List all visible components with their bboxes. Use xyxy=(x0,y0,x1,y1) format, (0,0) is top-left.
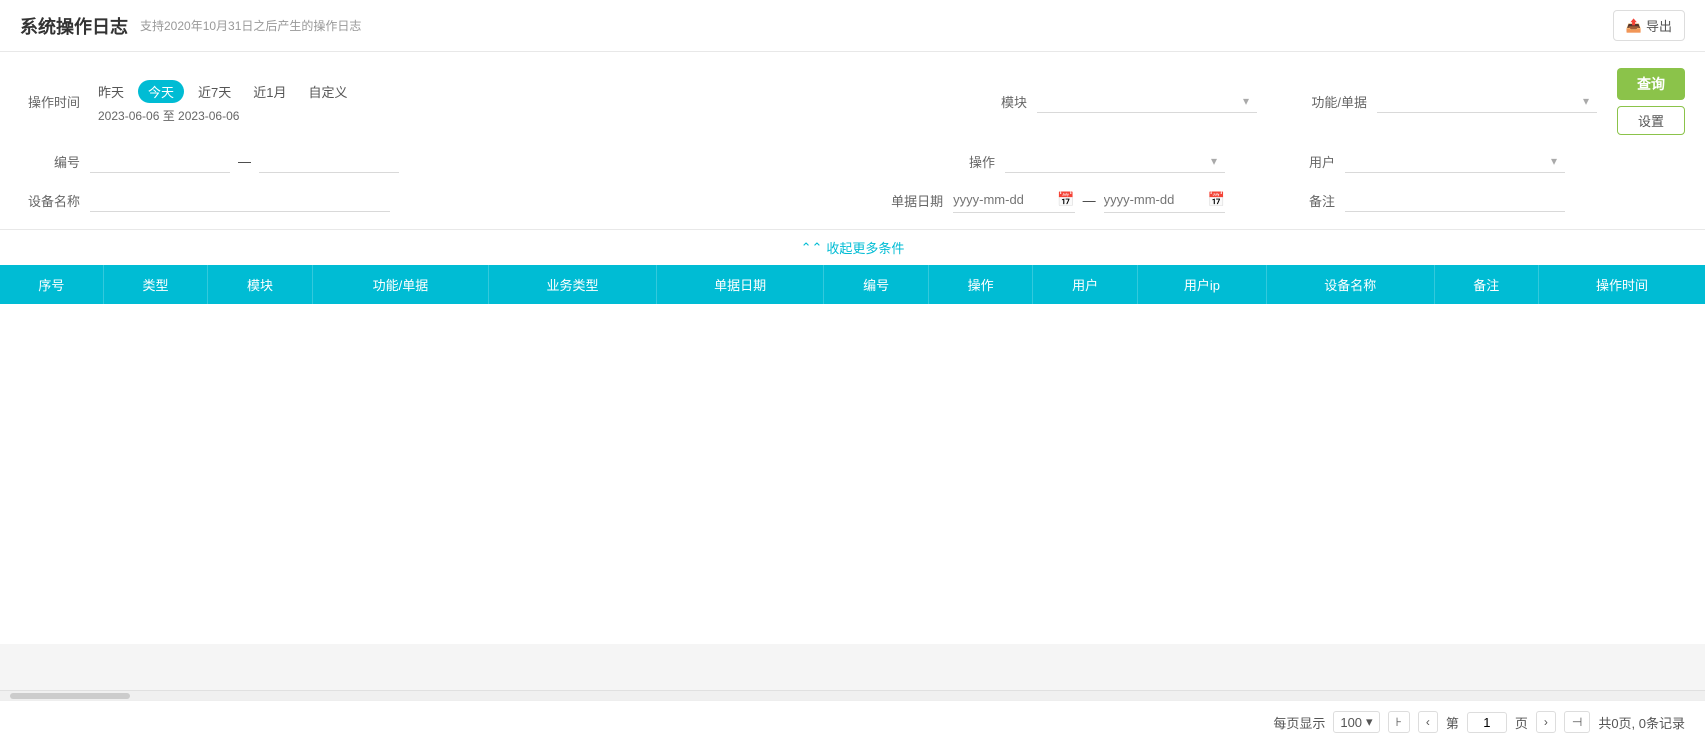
col-module: 模块 xyxy=(208,265,312,304)
total-text: 共0页, 0条记录 xyxy=(1598,713,1685,732)
function-select[interactable]: ▾ xyxy=(1377,90,1597,113)
col-user-ip: 用户ip xyxy=(1137,265,1266,304)
pagination-bar: 每页显示 100 ▾ ⊦ ‹ 第 页 › ⊣ 共0页, 0条记录 xyxy=(0,700,1705,743)
bill-date-separator: — xyxy=(1075,193,1104,208)
number-label: 编号 xyxy=(20,152,90,171)
col-seq: 序号 xyxy=(0,265,103,304)
time-option-7days[interactable]: 近7天 xyxy=(190,80,239,103)
number-end-wrap xyxy=(259,149,399,173)
data-table: 序号 类型 模块 功能/单据 业务类型 单据日期 编号 操作 用户 用户ip 设… xyxy=(0,265,1705,304)
time-option-yesterday[interactable]: 昨天 xyxy=(90,80,132,103)
col-user: 用户 xyxy=(1033,265,1137,304)
page-number-input[interactable] xyxy=(1467,712,1507,733)
time-option-today[interactable]: 今天 xyxy=(138,80,184,103)
next-page-button[interactable]: › xyxy=(1536,711,1556,733)
last-page-button[interactable]: ⊣ xyxy=(1564,711,1590,733)
number-start-wrap xyxy=(90,149,230,173)
operation-chevron-icon: ▾ xyxy=(1211,154,1217,168)
col-type: 类型 xyxy=(103,265,207,304)
device-input-wrap xyxy=(90,188,390,212)
bill-date-start-input[interactable] xyxy=(953,192,1053,207)
col-device: 设备名称 xyxy=(1266,265,1434,304)
page-title: 系统操作日志 xyxy=(20,13,128,39)
query-button[interactable]: 查询 xyxy=(1617,68,1685,100)
operation-label: 操作 xyxy=(935,152,1005,171)
remark-input-wrap xyxy=(1345,188,1565,212)
collapse-chevron-icon: ⌃⌃ xyxy=(801,240,823,256)
bill-date-end-input[interactable] xyxy=(1104,192,1204,207)
export-button[interactable]: 📤 导出 xyxy=(1613,10,1685,41)
time-filter-group: 昨天 今天 近7天 近1月 自定义 2023-06-06 至 2023-06-0… xyxy=(90,80,356,124)
time-label: 操作时间 xyxy=(20,92,90,111)
bill-date-label: 单据日期 xyxy=(873,191,953,210)
user-label: 用户 xyxy=(1265,152,1345,171)
page-unit: 页 xyxy=(1515,713,1528,732)
empty-body xyxy=(0,304,1705,644)
function-chevron-icon: ▾ xyxy=(1583,94,1589,108)
col-operation: 操作 xyxy=(928,265,1032,304)
time-option-custom[interactable]: 自定义 xyxy=(301,80,356,103)
function-label: 功能/单据 xyxy=(1297,92,1377,111)
filter-panel: 操作时间 昨天 今天 近7天 近1月 自定义 2023-06-06 至 2023… xyxy=(0,52,1705,230)
time-option-1month[interactable]: 近1月 xyxy=(245,80,294,103)
bill-date-start-wrap: 📅 xyxy=(953,187,1074,213)
date-range-text: 2023-06-06 至 2023-06-06 xyxy=(98,107,356,124)
filter-row-3: 设备名称 单据日期 📅 — 📅 备注 xyxy=(20,187,1685,213)
module-chevron-icon: ▾ xyxy=(1243,94,1249,108)
bill-date-end-wrap: 📅 xyxy=(1104,187,1225,213)
page-size-value: 100 xyxy=(1340,715,1362,730)
scrollbar-area[interactable] xyxy=(0,690,1705,700)
action-buttons: 查询 设置 xyxy=(1617,68,1685,135)
filter-section: 操作时间 昨天 今天 近7天 近1月 自定义 2023-06-06 至 2023… xyxy=(0,52,1705,265)
table-header-row: 序号 类型 模块 功能/单据 业务类型 单据日期 编号 操作 用户 用户ip 设… xyxy=(0,265,1705,304)
operation-select[interactable]: ▾ xyxy=(1005,150,1225,173)
number-end-input[interactable] xyxy=(259,153,399,168)
module-label: 模块 xyxy=(967,92,1037,111)
page-subtitle: 支持2020年10月31日之后产生的操作日志 xyxy=(140,17,361,34)
col-remark: 备注 xyxy=(1434,265,1538,304)
calendar-start-icon[interactable]: 📅 xyxy=(1057,191,1074,208)
collapse-bar[interactable]: ⌃⌃ 收起更多条件 xyxy=(0,230,1705,265)
user-chevron-icon: ▾ xyxy=(1551,154,1557,168)
number-separator: — xyxy=(230,154,259,169)
col-biz-type: 业务类型 xyxy=(489,265,657,304)
remark-input[interactable] xyxy=(1345,192,1565,207)
page-size-label: 每页显示 xyxy=(1273,713,1325,732)
scrollbar-thumb[interactable] xyxy=(10,693,130,699)
remark-label: 备注 xyxy=(1265,191,1345,210)
table-header: 序号 类型 模块 功能/单据 业务类型 单据日期 编号 操作 用户 用户ip 设… xyxy=(0,265,1705,304)
settings-button[interactable]: 设置 xyxy=(1617,106,1685,135)
collapse-label: 收起更多条件 xyxy=(826,238,904,257)
col-function: 功能/单据 xyxy=(312,265,488,304)
export-label: 导出 xyxy=(1646,16,1672,35)
filter-row-1: 操作时间 昨天 今天 近7天 近1月 自定义 2023-06-06 至 2023… xyxy=(20,68,1685,135)
col-bill-date: 单据日期 xyxy=(656,265,824,304)
device-label: 设备名称 xyxy=(20,191,90,210)
module-select[interactable]: ▾ xyxy=(1037,90,1257,113)
prev-page-button[interactable]: ‹ xyxy=(1418,711,1438,733)
filter-row-2: 编号 — 操作 ▾ 用户 ▾ xyxy=(20,149,1685,173)
page-size-select[interactable]: 100 ▾ xyxy=(1333,711,1379,733)
page-header: 系统操作日志 支持2020年10月31日之后产生的操作日志 📤 导出 xyxy=(0,0,1705,52)
device-input[interactable] xyxy=(90,192,390,207)
first-page-button[interactable]: ⊦ xyxy=(1388,711,1410,733)
page-label: 第 xyxy=(1446,713,1459,732)
table-wrapper: 序号 类型 模块 功能/单据 业务类型 单据日期 编号 操作 用户 用户ip 设… xyxy=(0,265,1705,690)
page-size-chevron-icon: ▾ xyxy=(1366,714,1373,730)
export-icon: 📤 xyxy=(1626,18,1642,34)
calendar-end-icon[interactable]: 📅 xyxy=(1208,191,1225,208)
col-number: 编号 xyxy=(824,265,928,304)
col-op-time: 操作时间 xyxy=(1539,265,1705,304)
user-select[interactable]: ▾ xyxy=(1345,150,1565,173)
time-options: 昨天 今天 近7天 近1月 自定义 xyxy=(90,80,356,103)
title-area: 系统操作日志 支持2020年10月31日之后产生的操作日志 xyxy=(20,13,361,39)
number-start-input[interactable] xyxy=(90,153,230,168)
